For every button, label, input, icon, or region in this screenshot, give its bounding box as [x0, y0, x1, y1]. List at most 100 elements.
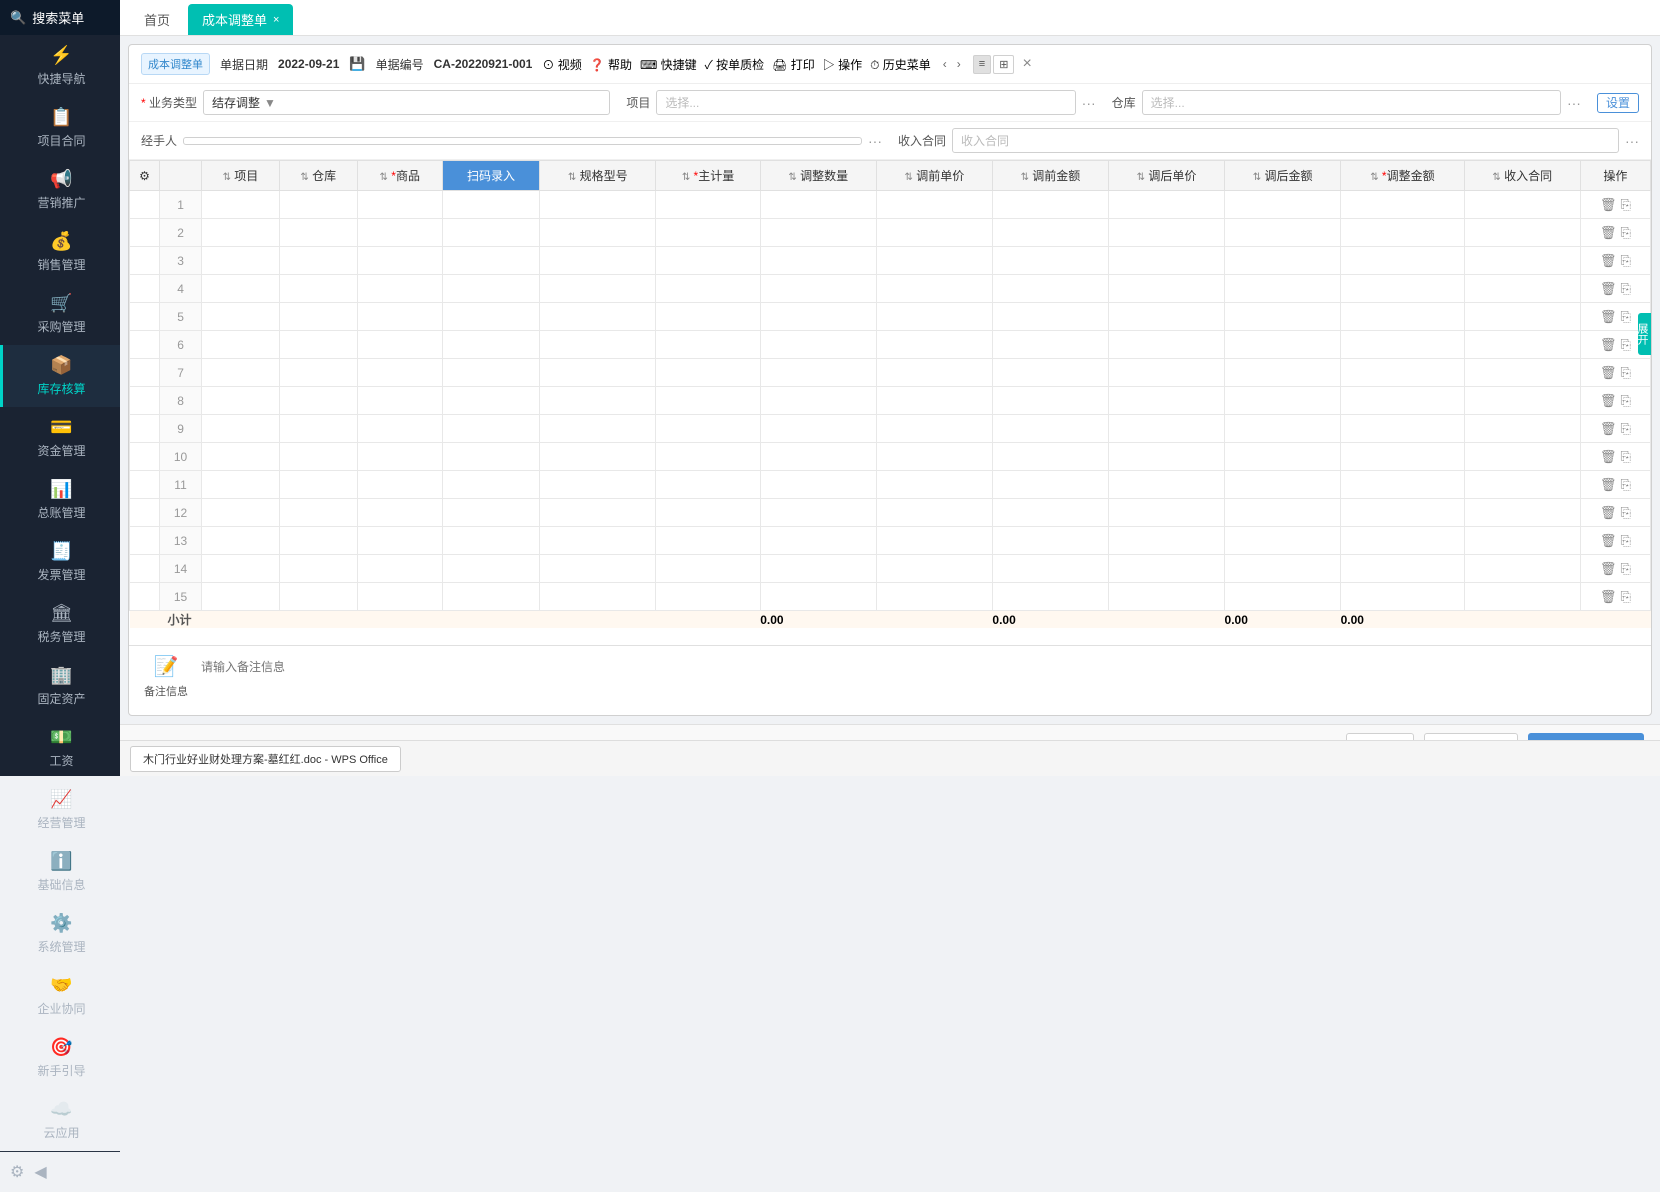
help-btn[interactable]: ❓ 帮助 [590, 56, 632, 73]
row-product[interactable] [357, 331, 442, 359]
sidebar-item-invoice[interactable]: 🧾 发票管理 [0, 531, 120, 593]
row-unit[interactable] [656, 247, 760, 275]
list-view-icon[interactable]: ≡ [973, 55, 991, 74]
row-spec[interactable] [540, 359, 656, 387]
row-project[interactable] [202, 555, 280, 583]
row-income-contract[interactable] [1464, 359, 1580, 387]
row-before-amount[interactable] [992, 303, 1108, 331]
prev-arrow[interactable]: ‹ [939, 55, 951, 73]
row-project[interactable] [202, 527, 280, 555]
row-adjust-amount[interactable] [1341, 219, 1465, 247]
sidebar-item-payroll[interactable]: 💵 工资 [0, 717, 120, 779]
row-copy-icon[interactable]: ⎘ [1620, 365, 1630, 381]
row-product[interactable] [357, 275, 442, 303]
row-adjust-qty[interactable] [760, 415, 876, 443]
row-scan-input[interactable] [442, 527, 539, 555]
sidebar-item-inventory[interactable]: 📦 库存核算 [0, 345, 120, 407]
row-adjust-amount[interactable] [1341, 471, 1465, 499]
row-income-contract[interactable] [1464, 275, 1580, 303]
print-btn[interactable]: 🖨 打印 [772, 56, 815, 73]
row-after-amount[interactable] [1225, 583, 1341, 611]
row-project[interactable] [202, 499, 280, 527]
row-after-amount[interactable] [1225, 191, 1341, 219]
grid-view-icon[interactable]: ⊞ [993, 55, 1014, 74]
row-product[interactable] [357, 359, 442, 387]
row-before-price[interactable] [876, 191, 992, 219]
side-panel-toggle[interactable]: 展开 [1638, 313, 1652, 355]
taskbar-item[interactable]: 木门行业好业财处理方案-墓红红.doc - WPS Office [130, 746, 401, 772]
row-adjust-amount[interactable] [1341, 443, 1465, 471]
row-spec[interactable] [540, 583, 656, 611]
sidebar-search[interactable]: 🔍 搜索菜单 [0, 0, 120, 35]
row-after-price[interactable] [1108, 359, 1224, 387]
row-income-contract[interactable] [1464, 247, 1580, 275]
row-unit[interactable] [656, 499, 760, 527]
row-before-amount[interactable] [992, 275, 1108, 303]
row-spec[interactable] [540, 387, 656, 415]
row-adjust-amount[interactable] [1341, 303, 1465, 331]
project-select[interactable]: 选择... [656, 90, 1075, 115]
col-scan-input[interactable]: 扫码录入 [442, 161, 539, 191]
sidebar-item-assets[interactable]: 🏢 固定资产 [0, 655, 120, 717]
row-copy-icon[interactable]: ⎘ [1620, 421, 1630, 437]
row-unit[interactable] [656, 415, 760, 443]
row-product[interactable] [357, 443, 442, 471]
row-adjust-amount[interactable] [1341, 359, 1465, 387]
row-before-amount[interactable] [992, 443, 1108, 471]
row-delete-icon[interactable]: 🗑 [1600, 309, 1617, 325]
row-before-amount[interactable] [992, 471, 1108, 499]
sidebar-item-ledger[interactable]: 📊 总账管理 [0, 469, 120, 531]
row-unit[interactable] [656, 275, 760, 303]
row-scan-input[interactable] [442, 247, 539, 275]
row-product[interactable] [357, 527, 442, 555]
row-before-amount[interactable] [992, 415, 1108, 443]
view-video-btn[interactable]: ⊙ 视频 [542, 56, 581, 73]
row-delete-icon[interactable]: 🗑 [1600, 477, 1617, 493]
next-arrow[interactable]: › [953, 55, 965, 73]
row-adjust-qty[interactable] [760, 443, 876, 471]
row-adjust-amount[interactable] [1341, 499, 1465, 527]
row-scan-input[interactable] [442, 275, 539, 303]
row-before-amount[interactable] [992, 219, 1108, 247]
warehouse-more-icon[interactable]: ··· [1567, 95, 1581, 111]
handler-more-icon[interactable]: ··· [868, 133, 882, 149]
row-copy-icon[interactable]: ⎘ [1620, 533, 1630, 549]
row-after-amount[interactable] [1225, 443, 1341, 471]
row-adjust-qty[interactable] [760, 471, 876, 499]
row-income-contract[interactable] [1464, 331, 1580, 359]
row-before-price[interactable] [876, 415, 992, 443]
row-adjust-amount[interactable] [1341, 583, 1465, 611]
row-adjust-qty[interactable] [760, 247, 876, 275]
row-before-price[interactable] [876, 247, 992, 275]
row-after-amount[interactable] [1225, 247, 1341, 275]
row-after-price[interactable] [1108, 247, 1224, 275]
shortcut-btn[interactable]: ⌨ 快捷键 [640, 56, 697, 73]
row-before-amount[interactable] [992, 247, 1108, 275]
sidebar-item-enterprise[interactable]: 🤝 企业协同 [0, 965, 120, 1027]
row-delete-icon[interactable]: 🗑 [1600, 365, 1617, 381]
row-income-contract[interactable] [1464, 527, 1580, 555]
row-after-amount[interactable] [1225, 499, 1341, 527]
row-after-price[interactable] [1108, 219, 1224, 247]
row-spec[interactable] [540, 219, 656, 247]
row-income-contract[interactable] [1464, 415, 1580, 443]
row-product[interactable] [357, 247, 442, 275]
row-before-price[interactable] [876, 499, 992, 527]
business-type-select[interactable]: 结存调整 ▼ [203, 90, 610, 115]
row-after-amount[interactable] [1225, 387, 1341, 415]
row-warehouse[interactable] [279, 191, 357, 219]
row-after-price[interactable] [1108, 303, 1224, 331]
row-spec[interactable] [540, 471, 656, 499]
row-warehouse[interactable] [279, 303, 357, 331]
row-scan-input[interactable] [442, 443, 539, 471]
row-before-price[interactable] [876, 583, 992, 611]
row-adjust-qty[interactable] [760, 191, 876, 219]
row-product[interactable] [357, 303, 442, 331]
sidebar-item-marketing[interactable]: 📢 营销推广 [0, 159, 120, 221]
row-before-price[interactable] [876, 331, 992, 359]
row-spec[interactable] [540, 415, 656, 443]
sidebar-item-tax[interactable]: 🏛 税务管理 [0, 593, 120, 655]
warehouse-select[interactable]: 选择... [1142, 90, 1561, 115]
row-spec[interactable] [540, 555, 656, 583]
row-scan-input[interactable] [442, 331, 539, 359]
